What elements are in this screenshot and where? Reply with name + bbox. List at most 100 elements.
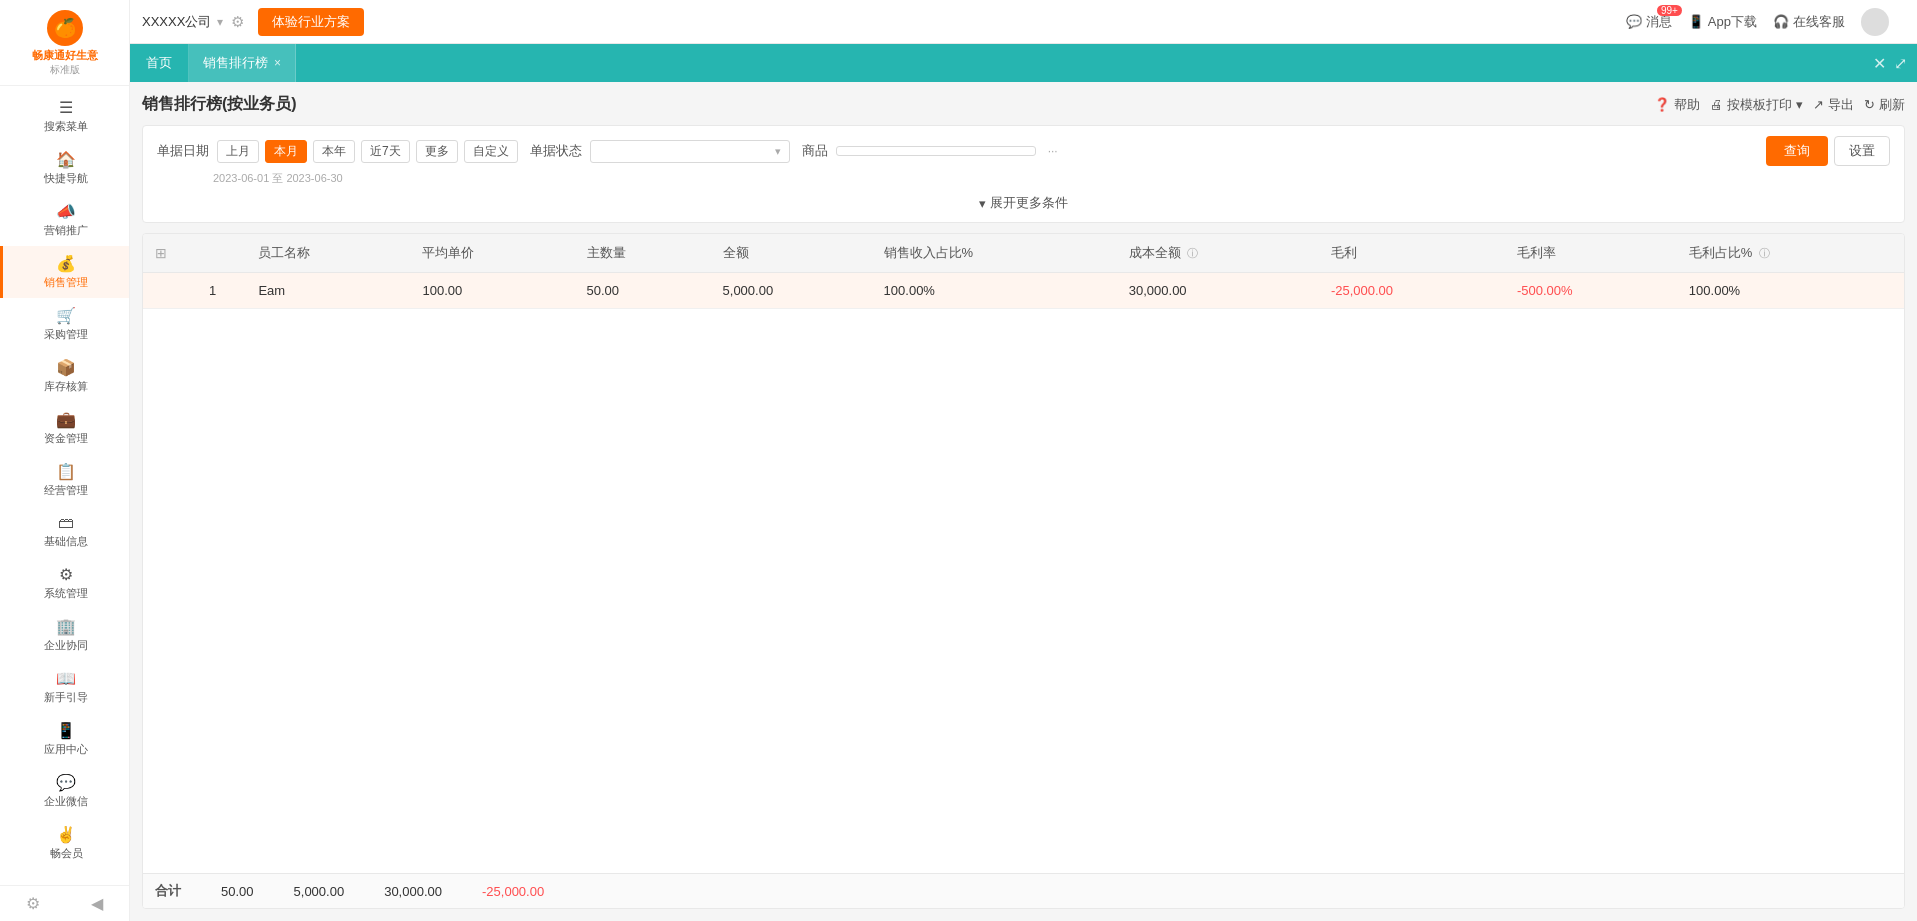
sidebar-item-member[interactable]: ✌ 畅会员: [0, 817, 129, 869]
status-chevron-icon: ▾: [775, 145, 781, 158]
tab-expand-icon[interactable]: ⤢: [1894, 54, 1907, 73]
filter-settings-btn[interactable]: 设置: [1834, 136, 1890, 166]
msg-btn[interactable]: 💬 消息 99+: [1626, 13, 1672, 31]
filter-more-btn[interactable]: ···: [1048, 144, 1058, 158]
sidebar-item-quicknav[interactable]: 🏠 快捷导航: [0, 142, 129, 194]
date-btn-this-year[interactable]: 本年: [313, 140, 355, 163]
sidebar-item-system[interactable]: ⚙ 系统管理: [0, 557, 129, 609]
footer-label: 合计: [155, 882, 181, 900]
column-settings-icon[interactable]: ⊞: [155, 245, 167, 261]
data-table: ⊞ 员工名称 平均单价 主数量 全额 销售收入占比% 成本全额 ⓘ: [143, 234, 1904, 309]
th-gross: 毛利: [1319, 234, 1505, 273]
footer-qty: 50.00: [221, 884, 254, 899]
company-selector[interactable]: XXXXX公司 ▾: [142, 13, 223, 31]
company-name: XXXXX公司: [142, 13, 211, 31]
query-btn[interactable]: 查询: [1766, 136, 1828, 166]
tab-home-label: 首页: [146, 54, 172, 72]
app-label: App下载: [1708, 13, 1757, 31]
sidebar-item-purchase[interactable]: 🛒 采购管理: [0, 298, 129, 350]
sidebar-collapse-btn[interactable]: ◀: [91, 894, 103, 913]
app-icon: 📱: [1688, 14, 1704, 29]
tab-sales-ranking[interactable]: 销售排行榜 ×: [189, 44, 296, 82]
status-select[interactable]: ▾: [590, 140, 790, 163]
logo-text: 畅康通好生意: [32, 48, 98, 63]
cell-avg-price: 100.00: [410, 273, 574, 309]
tab-close-icon[interactable]: ×: [274, 56, 281, 70]
main-area: XXXXX公司 ▾ ⚙ 体验行业方案 💬 消息 99+ 📱 App下载 🎧 在线…: [130, 0, 1917, 921]
goods-input[interactable]: [836, 146, 1036, 156]
gross-pct-info-icon[interactable]: ⓘ: [1759, 247, 1770, 259]
enterprise-icon: 🏢: [56, 617, 76, 636]
operations-icon: 📋: [56, 462, 76, 481]
app-download-btn[interactable]: 📱 App下载: [1688, 13, 1757, 31]
user-avatar[interactable]: [1861, 8, 1889, 36]
tabbar-right: ✕ ⤢: [1873, 54, 1917, 73]
sidebar-item-guide[interactable]: 📖 新手引导: [0, 661, 129, 713]
filter-bar: 单据日期 上月 本月 本年 近7天 更多 自定义 单据状态 ▾: [142, 125, 1905, 223]
th-avg-price: 平均单价: [410, 234, 574, 273]
tab-home[interactable]: 首页: [130, 44, 189, 82]
sidebar-item-label: 应用中心: [44, 742, 88, 757]
goods-filter-group: 商品 ···: [802, 142, 1058, 160]
date-range-text: 2023-06-01 至 2023-06-30: [213, 172, 343, 184]
sidebar-item-label: 系统管理: [44, 586, 88, 601]
refresh-btn[interactable]: ↻ 刷新: [1864, 96, 1905, 114]
sidebar-settings-btn[interactable]: ⚙: [26, 894, 40, 913]
table-container: ⊞ 员工名称 平均单价 主数量 全额 销售收入占比% 成本全额 ⓘ: [142, 233, 1905, 909]
service-label: 在线客服: [1793, 13, 1845, 31]
date-btn-7days[interactable]: 近7天: [361, 140, 410, 163]
table-wrap: ⊞ 员工名称 平均单价 主数量 全额 销售收入占比% 成本全额 ⓘ: [143, 234, 1904, 873]
th-cost: 成本全额 ⓘ: [1117, 234, 1319, 273]
sidebar-footer: ⚙ ◀: [0, 885, 129, 921]
date-btn-this-month[interactable]: 本月: [265, 140, 307, 163]
topbar-gear-icon[interactable]: ⚙: [231, 13, 244, 31]
online-service-btn[interactable]: 🎧 在线客服: [1773, 13, 1845, 31]
th-settings: ⊞: [143, 234, 179, 273]
status-filter-label: 单据状态: [530, 142, 582, 160]
sales-icon: 💰: [56, 254, 76, 273]
sidebar-item-enterprise[interactable]: 🏢 企业协同: [0, 609, 129, 661]
table-row: 1 Eam 100.00 50.00 5,000.00 100.00% 30,0…: [143, 273, 1904, 309]
topbar: XXXXX公司 ▾ ⚙ 体验行业方案 💬 消息 99+ 📱 App下载 🎧 在线…: [130, 0, 1917, 44]
sidebar-item-operations[interactable]: 📋 经营管理: [0, 454, 129, 506]
date-btn-more[interactable]: 更多: [416, 140, 458, 163]
th-rank: [179, 234, 246, 273]
export-label: 导出: [1828, 96, 1854, 114]
print-icon: 🖨: [1710, 97, 1723, 112]
system-icon: ⚙: [59, 565, 73, 584]
tabbar: 首页 销售排行榜 × ✕ ⤢: [130, 44, 1917, 82]
date-btn-last-month[interactable]: 上月: [217, 140, 259, 163]
tab-close-window-icon[interactable]: ✕: [1873, 54, 1886, 73]
logo-icon: 🍊: [47, 10, 83, 46]
sidebar-item-search[interactable]: ☰ 搜索菜单: [0, 90, 129, 142]
th-name: 员工名称: [246, 234, 410, 273]
sidebar-item-apps[interactable]: 📱 应用中心: [0, 713, 129, 765]
sidebar-item-basics[interactable]: 🗃 基础信息: [0, 506, 129, 557]
help-btn[interactable]: ❓ 帮助: [1654, 96, 1700, 114]
marketing-icon: 📣: [56, 202, 76, 221]
print-chevron-icon: ▾: [1796, 97, 1803, 112]
sidebar-item-finance[interactable]: 💼 资金管理: [0, 402, 129, 454]
sidebar-logo: 🍊 畅康通好生意 标准版: [0, 0, 129, 86]
sidebar-item-inventory[interactable]: 📦 库存核算: [0, 350, 129, 402]
topbar-right: 💬 消息 99+ 📱 App下载 🎧 在线客服: [1626, 8, 1905, 36]
sidebar: 🍊 畅康通好生意 标准版 ☰ 搜索菜单 🏠 快捷导航 📣 营销推广 💰 销售管理…: [0, 0, 130, 921]
sidebar-item-sales[interactable]: 💰 销售管理: [0, 246, 129, 298]
footer-amount: 5,000.00: [294, 884, 345, 899]
content: 销售排行榜(按业务员) ❓ 帮助 🖨 按模板打印 ▾ ↗ 导出 ↻ 刷新: [130, 82, 1917, 921]
search-menu-icon: ☰: [59, 98, 73, 117]
date-btn-custom[interactable]: 自定义: [464, 140, 518, 163]
sidebar-item-marketing[interactable]: 📣 营销推广: [0, 194, 129, 246]
export-btn[interactable]: ↗ 导出: [1813, 96, 1854, 114]
date-buttons: 上月 本月 本年 近7天 更多 自定义: [217, 140, 518, 163]
industry-btn[interactable]: 体验行业方案: [258, 8, 364, 36]
cost-info-icon[interactable]: ⓘ: [1187, 247, 1198, 259]
help-label: 帮助: [1674, 96, 1700, 114]
cell-gross: -25,000.00: [1319, 273, 1505, 309]
sidebar-item-label: 库存核算: [44, 379, 88, 394]
print-btn[interactable]: 🖨 按模板打印 ▾: [1710, 96, 1803, 114]
sidebar-item-label: 经营管理: [44, 483, 88, 498]
sidebar-item-wechat[interactable]: 💬 企业微信: [0, 765, 129, 817]
table-footer: 合计 50.00 5,000.00 30,000.00 -25,000.00: [143, 873, 1904, 908]
expand-filter-btn[interactable]: ▾ 展开更多条件: [157, 194, 1890, 212]
